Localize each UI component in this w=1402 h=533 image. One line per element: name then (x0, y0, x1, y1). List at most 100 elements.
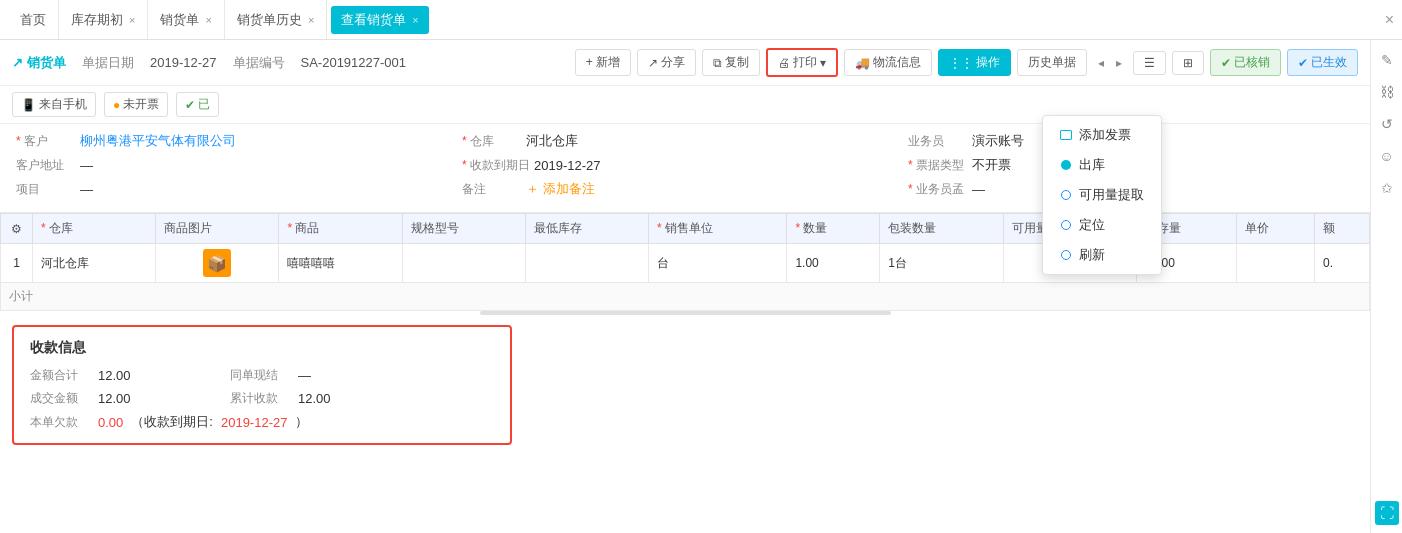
prev-arrow[interactable]: ◂ (1093, 54, 1109, 72)
sidebar-expand-icon[interactable]: ⛶ (1375, 501, 1399, 525)
scroll-hint (480, 311, 891, 315)
print-button[interactable]: 🖨 打印 ▾ (766, 48, 838, 77)
tab-inventory-start-close[interactable]: × (129, 14, 135, 26)
remark-field: 备注 ＋ 添加备注 (462, 180, 908, 198)
warehouse-field: 仓库 河北仓库 (462, 132, 908, 150)
tab-home[interactable]: 首页 (8, 0, 59, 39)
row-pack-qty: 1台 (880, 244, 1003, 283)
ticket-type-label: 票据类型 (908, 157, 968, 174)
logistics-button[interactable]: 🚚 物流信息 (844, 49, 932, 76)
doc-type-title: ↗ 销货单 (12, 54, 66, 72)
col-sales-unit: 销售单位 (649, 214, 787, 244)
right-sidebar: ✎ ⛓ ↺ ☺ ✩ ⛶ (1370, 40, 1402, 533)
refresh-icon (1059, 248, 1073, 262)
payment-date-value: 2019-12-27 (534, 158, 601, 173)
verified-check-icon: ✔ (1221, 56, 1231, 70)
col-spec: 规格型号 (402, 214, 525, 244)
remark-label: 备注 (462, 181, 522, 198)
tab-sales-order[interactable]: 销货单 × (148, 0, 224, 39)
product-table-wrapper: ⚙ 仓库 商品图片 商品 规格型号 最低库存 销售单位 数量 包装数量 可用量 … (0, 212, 1370, 317)
operations-dropdown: 添加发票 出库 可用量提取 定位 刷新 (1042, 115, 1162, 275)
check-button[interactable]: ✔ 已 (176, 92, 219, 117)
from-phone-button[interactable]: 📱 来自手机 (12, 92, 96, 117)
doc-type-icon: ↗ (12, 55, 23, 70)
row-product: 嘻嘻嘻嘻 (279, 244, 402, 283)
row-num: 1 (1, 244, 33, 283)
row-spec (402, 244, 525, 283)
nav-arrows: ◂ ▸ (1093, 54, 1127, 72)
sidebar-user-icon[interactable]: ☺ (1375, 144, 1399, 168)
balance-date: 2019-12-27 (221, 415, 288, 430)
table-row: 1 河北仓库 📦 嘻嘻嘻嘻 台 1.00 1台 12.00 (1, 244, 1370, 283)
logistics-icon: 🚚 (855, 56, 870, 70)
available-qty-icon (1059, 188, 1073, 202)
row-min-stock (525, 244, 648, 283)
cumulative-value: 12.00 (298, 391, 331, 406)
history-button[interactable]: 历史单据 (1017, 49, 1087, 76)
ticket-type-value: 不开票 (972, 156, 1011, 174)
balance-note-end: ） (295, 413, 308, 431)
same-order-row: 同单现结 — (230, 367, 430, 384)
total-label: 金额合计 (30, 367, 90, 384)
check-icon: ✔ (185, 98, 195, 112)
verified-status-button[interactable]: ✔ 已核销 (1210, 49, 1281, 76)
operations-button[interactable]: ⋮⋮ 操作 (938, 49, 1011, 76)
sidebar-star-icon[interactable]: ✩ (1375, 176, 1399, 200)
list-view-button[interactable]: ☰ (1133, 51, 1166, 75)
payment-info-box: 收款信息 金额合计 12.00 同单现结 — 成交金额 12.00 累计收款 1… (12, 325, 512, 445)
form-section: 客户 柳州粤港平安气体有限公司 仓库 河北仓库 业务员 演示账号 客户地址 — (0, 124, 1370, 212)
subtotal-row: 小计 (1, 283, 1370, 311)
tab-sales-order-close[interactable]: × (205, 14, 211, 26)
col-product: 商品 (279, 214, 402, 244)
balance-value: 0.00 (98, 415, 123, 430)
col-warehouse: 仓库 (33, 214, 156, 244)
tab-sales-history-close[interactable]: × (308, 14, 314, 26)
col-settings[interactable]: ⚙ (1, 214, 33, 244)
sidebar-link-icon[interactable]: ⛓ (1375, 80, 1399, 104)
transaction-row: 成交金额 12.00 (30, 390, 230, 407)
staff-value: 演示账号 (972, 132, 1024, 150)
dropdown-refresh[interactable]: 刷新 (1043, 240, 1161, 270)
col-amount: 额 (1315, 214, 1370, 244)
product-table: ⚙ 仓库 商品图片 商品 规格型号 最低库存 销售单位 数量 包装数量 可用量 … (0, 213, 1370, 311)
add-remark-button[interactable]: ＋ 添加备注 (526, 180, 595, 198)
dropdown-available-qty[interactable]: 可用量提取 (1043, 180, 1161, 210)
window-close-button[interactable]: × (1385, 11, 1394, 29)
copy-button[interactable]: ⧉ 复制 (702, 49, 760, 76)
total-value: 12.00 (98, 368, 131, 383)
warehouse-label: 仓库 (462, 133, 522, 150)
customer-field: 客户 柳州粤港平安气体有限公司 (16, 132, 462, 150)
not-opened-button[interactable]: ● 未开票 (104, 92, 168, 117)
dropdown-locate[interactable]: 定位 (1043, 210, 1161, 240)
dropdown-add-invoice[interactable]: 添加发票 (1043, 120, 1161, 150)
balance-label: 本单欠款 (30, 414, 90, 431)
project-value: — (80, 182, 93, 197)
row-sales-unit: 台 (649, 244, 787, 283)
share-button[interactable]: ↗ 分享 (637, 49, 696, 76)
col-min-stock: 最低库存 (525, 214, 648, 244)
effective-status-button[interactable]: ✔ 已生效 (1287, 49, 1358, 76)
tab-inventory-start[interactable]: 库存期初 × (59, 0, 148, 39)
dropdown-out-warehouse[interactable]: 出库 (1043, 150, 1161, 180)
tab-sales-history[interactable]: 销货单历史 × (225, 0, 327, 39)
row-warehouse: 河北仓库 (33, 244, 156, 283)
sidebar-refresh-icon[interactable]: ↺ (1375, 112, 1399, 136)
next-arrow[interactable]: ▸ (1111, 54, 1127, 72)
col-quantity: 数量 (787, 214, 880, 244)
tab-view-sales[interactable]: 查看销货单 × (331, 6, 428, 34)
payment-info-title: 收款信息 (30, 339, 494, 357)
print-dropdown-arrow[interactable]: ▾ (820, 56, 826, 70)
subtotal-label: 小计 (1, 283, 1370, 311)
ticket-icon: ● (113, 98, 120, 112)
tab-view-sales-close[interactable]: × (412, 14, 418, 26)
header-toolbar: + 新增 ↗ 分享 ⧉ 复制 🖨 打印 ▾ 🚚 物流信息 (575, 48, 1358, 77)
row-unit-price (1237, 244, 1315, 283)
grid-view-button[interactable]: ⊞ (1172, 51, 1204, 75)
sidebar-edit-icon[interactable]: ✎ (1375, 48, 1399, 72)
project-field: 项目 — (16, 181, 462, 198)
staff-label: 业务员 (908, 133, 968, 150)
balance-row: 本单欠款 0.00 （收款到期日: 2019-12-27 ） (30, 413, 430, 431)
transaction-label: 成交金额 (30, 390, 90, 407)
customer-value[interactable]: 柳州粤港平安气体有限公司 (80, 132, 236, 150)
new-button[interactable]: + 新增 (575, 49, 631, 76)
